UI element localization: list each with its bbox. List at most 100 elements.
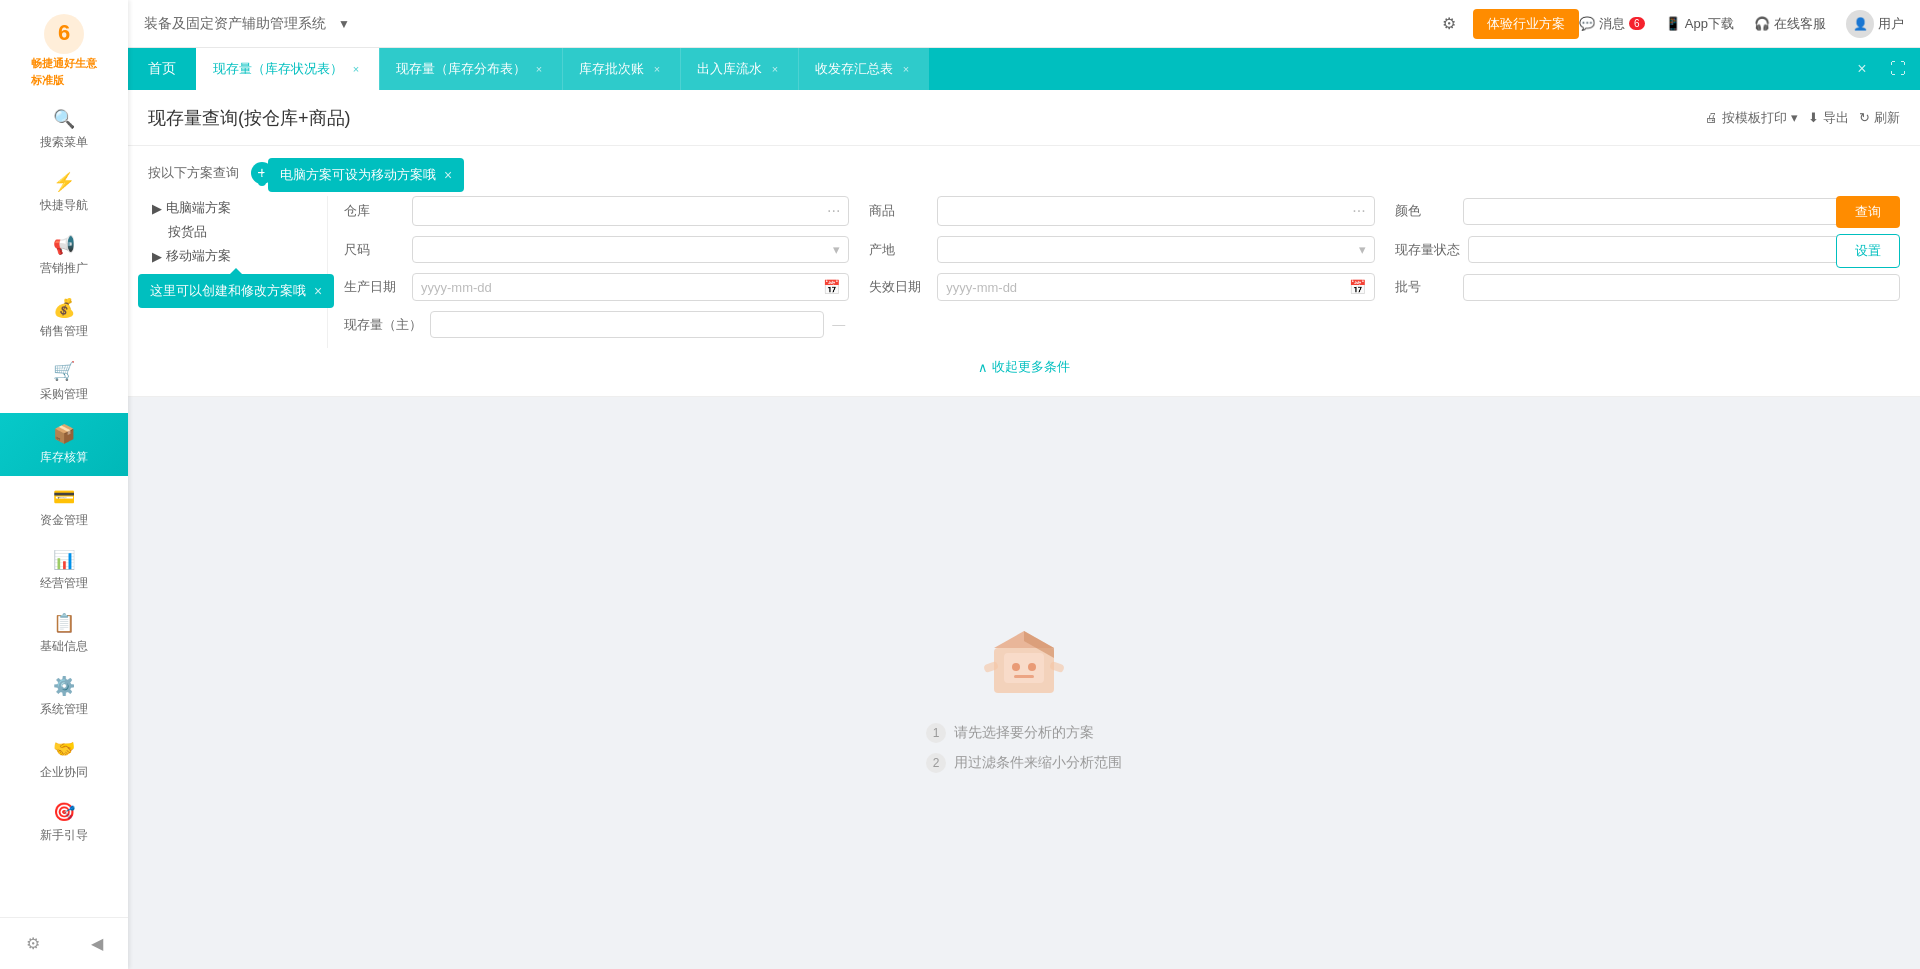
online-support-label: 在线客服: [1774, 15, 1826, 33]
scheme-desktop-arrow: ▶: [152, 201, 162, 216]
sidebar-item-finance[interactable]: 💳 资金管理: [0, 476, 128, 539]
svg-point-6: [1012, 663, 1020, 671]
expire-date-input[interactable]: yyyy-mm-dd 📅: [937, 273, 1374, 301]
sidebar-item-basic[interactable]: 📋 基础信息: [0, 602, 128, 665]
origin-dropdown-icon: ▾: [1359, 242, 1366, 257]
tab-bar-actions: × ⛶: [1848, 55, 1920, 83]
system-name: 装备及固定资产辅助管理系统 ▼: [144, 15, 1433, 33]
tab-stock-status-close[interactable]: ×: [349, 62, 363, 76]
tab-stock-status[interactable]: 现存量（库存状况表） ×: [196, 48, 379, 90]
settings-button[interactable]: ⚙: [20, 928, 46, 959]
mobile-icon: 📱: [1665, 16, 1681, 31]
scheme-mobile[interactable]: ▶ 移动端方案: [148, 244, 315, 268]
print-template-btn[interactable]: 🖨 按模板打印 ▾: [1705, 109, 1798, 127]
expire-date-field: 失效日期 yyyy-mm-dd 📅: [869, 273, 1374, 301]
goods-label: 商品: [869, 202, 929, 220]
online-support-btn[interactable]: 🎧 在线客服: [1754, 15, 1826, 33]
tab-stock-status-label: 现存量（库存状况表）: [213, 60, 343, 78]
tab-stock-dist[interactable]: 现存量（库存分布表） ×: [379, 48, 562, 90]
empty-step-2: 2 用过滤条件来缩小分析范围: [926, 753, 1122, 773]
user-avatar-btn[interactable]: 👤 用户: [1846, 10, 1904, 38]
app-download-btn[interactable]: 📱 App下载: [1665, 15, 1734, 33]
sidebar-item-stock[interactable]: 📦 库存核算: [0, 413, 128, 476]
expire-date-calendar-icon: 📅: [1349, 279, 1366, 295]
refresh-label: 刷新: [1874, 109, 1900, 127]
sidebar-logo: 6 畅捷通好生意 标准版: [0, 0, 128, 98]
tooltip-scheme-close[interactable]: ×: [444, 167, 452, 183]
tab-stock-batch[interactable]: 库存批次账 ×: [562, 48, 680, 90]
filter-label: 按以下方案查询: [148, 164, 239, 182]
sidebar-item-guide[interactable]: 🎯 新手引导: [0, 791, 128, 854]
collapse-label: 收起更多条件: [992, 358, 1070, 376]
tab-maximize-btn[interactable]: ⛶: [1884, 55, 1912, 83]
sidebar: 6 畅捷通好生意 标准版 🔍 搜索菜单 ⚡ 快捷导航 📢 营销推广 💰 销售管理…: [0, 0, 128, 969]
search-icon: 🔍: [53, 108, 75, 130]
tab-inout-flow-close[interactable]: ×: [768, 62, 782, 76]
refresh-btn[interactable]: ↻ 刷新: [1859, 109, 1900, 127]
stock-status-field: 现存量状态 ▾: [1395, 236, 1900, 263]
stock-main-min-input[interactable]: [430, 311, 824, 338]
sidebar-item-quicknav[interactable]: ⚡ 快捷导航: [0, 161, 128, 224]
origin-label: 产地: [869, 241, 929, 259]
export-icon: ⬇: [1808, 110, 1819, 125]
search-button[interactable]: 查询: [1836, 196, 1900, 228]
tab-stock-batch-close[interactable]: ×: [650, 62, 664, 76]
scheme-desktop-child[interactable]: 按货品: [148, 220, 315, 244]
export-btn[interactable]: ⬇ 导出: [1808, 109, 1849, 127]
origin-select[interactable]: ▾: [937, 236, 1374, 263]
reset-button[interactable]: 设置: [1836, 234, 1900, 268]
empty-step-1: 1 请先选择要分析的方案: [926, 723, 1122, 743]
sidebar-item-system[interactable]: ⚙️ 系统管理: [0, 665, 128, 728]
empty-step-2-text: 用过滤条件来缩小分析范围: [954, 754, 1122, 772]
tab-close-all-btn[interactable]: ×: [1848, 55, 1876, 83]
expire-date-label: 失效日期: [869, 278, 929, 296]
tooltip-edit-close[interactable]: ×: [314, 283, 322, 299]
produce-date-placeholder: yyyy-mm-dd: [421, 280, 492, 295]
sidebar-item-purchase[interactable]: 🛒 采购管理: [0, 350, 128, 413]
basic-icon: 📋: [53, 612, 75, 634]
message-btn[interactable]: 💬 消息 6: [1579, 15, 1645, 33]
warehouse-select[interactable]: ···: [412, 196, 849, 226]
tab-collect-summary-close[interactable]: ×: [899, 62, 913, 76]
tooltip-scheme-text: 电脑方案可设为移动方案哦: [280, 166, 436, 184]
lightning-icon: ⚡: [53, 171, 75, 193]
collapse-up-icon: ∧: [978, 360, 988, 375]
sidebar-item-enterprise[interactable]: 🤝 企业协同: [0, 728, 128, 791]
tab-stock-dist-label: 现存量（库存分布表）: [396, 60, 526, 78]
sidebar-nav: 🔍 搜索菜单 ⚡ 快捷导航 📢 营销推广 💰 销售管理 🛒 采购管理 📦 库存核…: [0, 98, 128, 917]
stock-main-dash: —: [828, 317, 849, 332]
batch-input[interactable]: [1463, 274, 1900, 301]
main-area: 装备及固定资产辅助管理系统 ▼ ⚙ 体验行业方案 💬 消息 6 📱 App下载 …: [128, 0, 1920, 969]
tab-inout-flow[interactable]: 出入库流水 ×: [680, 48, 798, 90]
goods-select[interactable]: ···: [937, 196, 1374, 226]
sidebar-item-search[interactable]: 🔍 搜索菜单: [0, 98, 128, 161]
color-select[interactable]: ▾: [1463, 198, 1900, 225]
scheme-desktop[interactable]: ▶ 电脑端方案: [148, 196, 315, 220]
top-header: 装备及固定资产辅助管理系统 ▼ ⚙ 体验行业方案 💬 消息 6 📱 App下载 …: [128, 0, 1920, 48]
collapse-more-btn[interactable]: ∧ 收起更多条件: [148, 348, 1900, 380]
filter-row-2: 尺码 ▾ 产地 ▾: [344, 236, 1900, 263]
search-buttons: 查询 设置: [1836, 196, 1900, 268]
collapse-sidebar-button[interactable]: ◀: [85, 928, 109, 959]
stock-main-label: 现存量（主）: [344, 316, 422, 334]
tab-bar: 首页 现存量（库存状况表） × 现存量（库存分布表） × 库存批次账 × 出入库…: [128, 48, 1920, 90]
svg-rect-8: [1014, 675, 1034, 678]
sidebar-item-marketing[interactable]: 📢 营销推广: [0, 224, 128, 287]
empty-step-2-num: 2: [926, 753, 946, 773]
tab-home[interactable]: 首页: [128, 48, 196, 90]
sidebar-item-operation[interactable]: 📊 经营管理: [0, 539, 128, 602]
sidebar-item-sales[interactable]: 💰 销售管理: [0, 287, 128, 350]
produce-date-input[interactable]: yyyy-mm-dd 📅: [412, 273, 849, 301]
stock-icon: 📦: [53, 423, 75, 445]
tab-inout-flow-label: 出入库流水: [697, 60, 762, 78]
produce-date-label: 生产日期: [344, 278, 404, 296]
header-right-area: 💬 消息 6 📱 App下载 🎧 在线客服 👤 用户: [1579, 10, 1904, 38]
system-dropdown-btn[interactable]: ▼: [332, 15, 356, 33]
export-label: 导出: [1823, 109, 1849, 127]
size-select[interactable]: ▾: [412, 236, 849, 263]
tab-collect-summary[interactable]: 收发存汇总表 ×: [798, 48, 929, 90]
settings-gear-btn[interactable]: ⚙: [1433, 8, 1465, 40]
tab-stock-dist-close[interactable]: ×: [532, 62, 546, 76]
page-content: 现存量查询(按仓库+商品) 🖨 按模板打印 ▾ ⬇ 导出 ↻ 刷新: [128, 90, 1920, 969]
industry-solution-button[interactable]: 体验行业方案: [1473, 9, 1579, 39]
